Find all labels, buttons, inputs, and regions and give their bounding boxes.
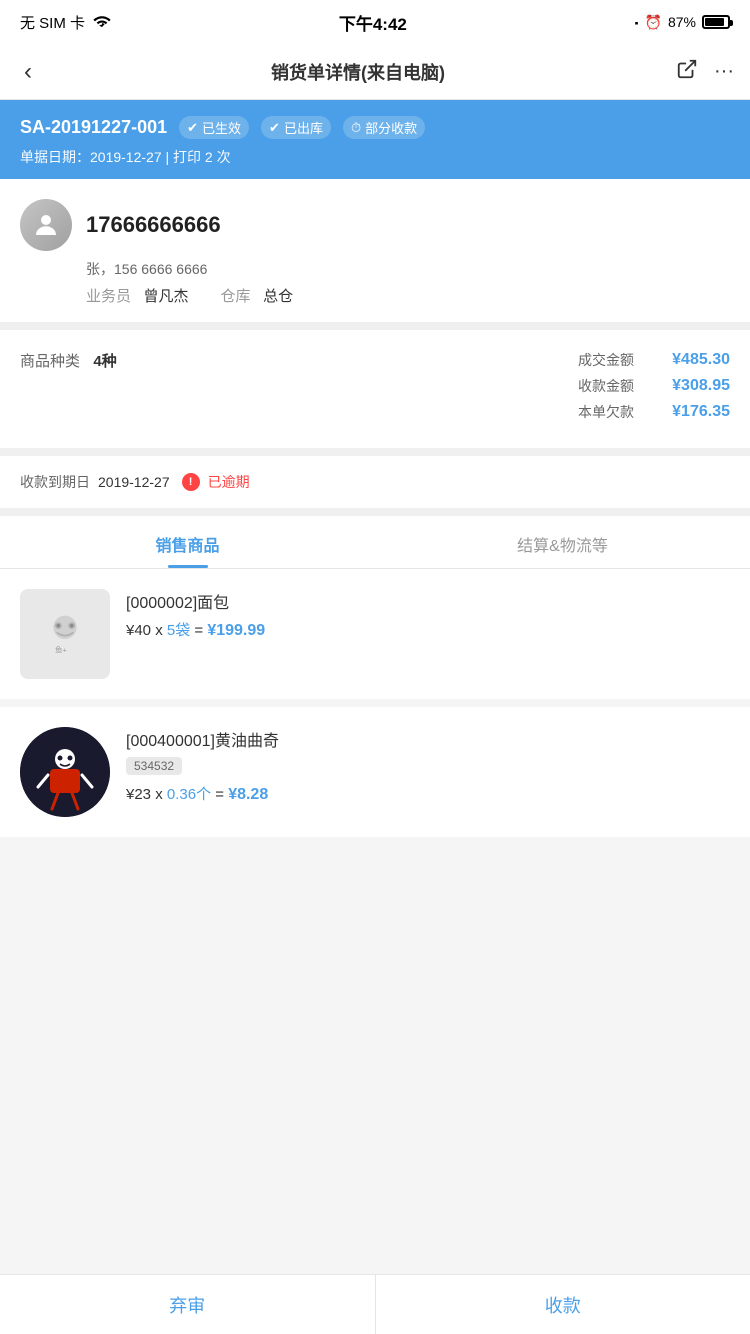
product-type-count: 4种 — [93, 353, 116, 370]
tabs-bar: 销售商品 结算&物流等 — [0, 516, 750, 569]
page-title: 销货单详情(来自电脑) — [271, 59, 445, 85]
salesperson-label: 业务员 — [86, 288, 131, 305]
carrier-label: 无 SIM 卡 — [20, 12, 85, 33]
product-thumb-2 — [20, 727, 110, 817]
status-badge-shipped: ✔ 已出库 — [261, 116, 331, 139]
product-name-1: [0000002]面包 — [126, 589, 730, 613]
order-id: SA-20191227-001 — [20, 117, 167, 138]
due-date: 2019-12-27 — [98, 474, 170, 490]
product-info-1: [0000002]面包 ¥40 x 5袋 = ¥199.99 — [126, 589, 730, 640]
product-price-2: ¥23 x 0.36个 = ¥8.28 — [126, 783, 730, 804]
order-header-banner: SA-20191227-001 ✔ 已生效 ✔ 已出库 ⏱ 部分收款 单据日期：… — [0, 100, 750, 179]
product-total-1: ¥199.99 — [207, 622, 265, 639]
collect-payment-button[interactable]: 收款 — [376, 1275, 750, 1334]
status-time: 下午4:42 — [339, 10, 407, 35]
owed-value: ¥176.35 — [650, 403, 730, 421]
overdue-text: 已逾期 — [208, 472, 250, 492]
warehouse-value: 总仓 — [263, 288, 293, 305]
wifi-icon — [93, 13, 111, 31]
status-right: ⬝ ⏰ 87% — [635, 14, 730, 31]
product-item-1: 鱼+ [0000002]面包 ¥40 x 5袋 = ¥199.99 — [0, 569, 750, 699]
product-info-2: [000400001]黄油曲奇 534532 ¥23 x 0.36个 = ¥8.… — [126, 727, 730, 804]
clock-icon: ⏱ — [351, 120, 361, 136]
product-thumb-1: 鱼+ — [20, 589, 110, 679]
stats-section: 商品种类 4种 成交金额 ¥485.30 收款金额 ¥308.95 本单欠款 ¥… — [0, 330, 750, 456]
check-icon-effective: ✔ — [187, 120, 198, 136]
status-bar: 无 SIM 卡 下午4:42 ⬝ ⏰ 87% — [0, 0, 750, 44]
status-left: 无 SIM 卡 — [20, 12, 111, 33]
product-total-2: ¥8.28 — [228, 786, 268, 803]
overdue-icon: ! — [182, 473, 200, 491]
product-type-label: 商品种类 — [20, 353, 80, 370]
product-qty-2: 0.36个 — [167, 786, 211, 803]
due-label: 收款到期日 — [20, 472, 90, 492]
product-list: 鱼+ [0000002]面包 ¥40 x 5袋 = ¥199.99 — [0, 569, 750, 837]
received-value: ¥308.95 — [650, 377, 730, 395]
warehouse-label: 仓库 — [221, 288, 251, 305]
export-icon[interactable] — [676, 58, 698, 86]
product-sku-2: 534532 — [126, 757, 182, 775]
battery-percent: 87% — [668, 14, 696, 30]
cancel-review-button[interactable]: 弃审 — [0, 1275, 376, 1334]
product-price-1: ¥40 x 5袋 = ¥199.99 — [126, 619, 730, 640]
battery-icon — [702, 15, 730, 29]
tab-settlement[interactable]: 结算&物流等 — [375, 516, 750, 568]
received-label: 收款金额 — [578, 376, 634, 396]
tab-sales-products[interactable]: 销售商品 — [0, 516, 375, 568]
avatar — [20, 199, 72, 251]
more-icon[interactable]: ··· — [714, 60, 734, 83]
back-button[interactable]: ‹ — [16, 50, 40, 94]
product-qty-1: 5袋 — [167, 622, 190, 639]
owed-label: 本单欠款 — [578, 402, 634, 422]
product-item-2: [000400001]黄油曲奇 534532 ¥23 x 0.36个 = ¥8.… — [0, 707, 750, 837]
nav-bar: ‹ 销货单详情(来自电脑) ··· — [0, 44, 750, 100]
deal-value: ¥485.30 — [650, 351, 730, 369]
customer-meta: 业务员 曾凡杰 仓库 总仓 — [86, 285, 730, 306]
customer-section: 17666666666 张，156 6666 6666 业务员 曾凡杰 仓库 总… — [0, 179, 750, 330]
status-badge-partial: ⏱ 部分收款 — [343, 116, 425, 139]
salesperson-value: 曾凡杰 — [144, 288, 189, 305]
location-icon: ⬝ — [635, 14, 639, 31]
status-badge-effective: ✔ 已生效 — [179, 116, 249, 139]
customer-phone: 17666666666 — [86, 212, 221, 238]
product-name-2: [000400001]黄油曲奇 — [126, 727, 730, 751]
order-subtext: 单据日期：2019-12-27 | 打印 2 次 — [20, 147, 730, 167]
svg-text:鱼+: 鱼+ — [55, 644, 67, 654]
customer-name: 张，156 6666 6666 — [86, 259, 730, 279]
check-icon-shipped: ✔ — [269, 120, 280, 136]
alarm-icon: ⏰ — [645, 14, 662, 31]
bottom-bar: 弃审 收款 — [0, 1274, 750, 1334]
due-section: 收款到期日 2019-12-27 ! 已逾期 — [0, 456, 750, 516]
deal-label: 成交金额 — [578, 350, 634, 370]
nav-actions: ··· — [676, 58, 734, 86]
